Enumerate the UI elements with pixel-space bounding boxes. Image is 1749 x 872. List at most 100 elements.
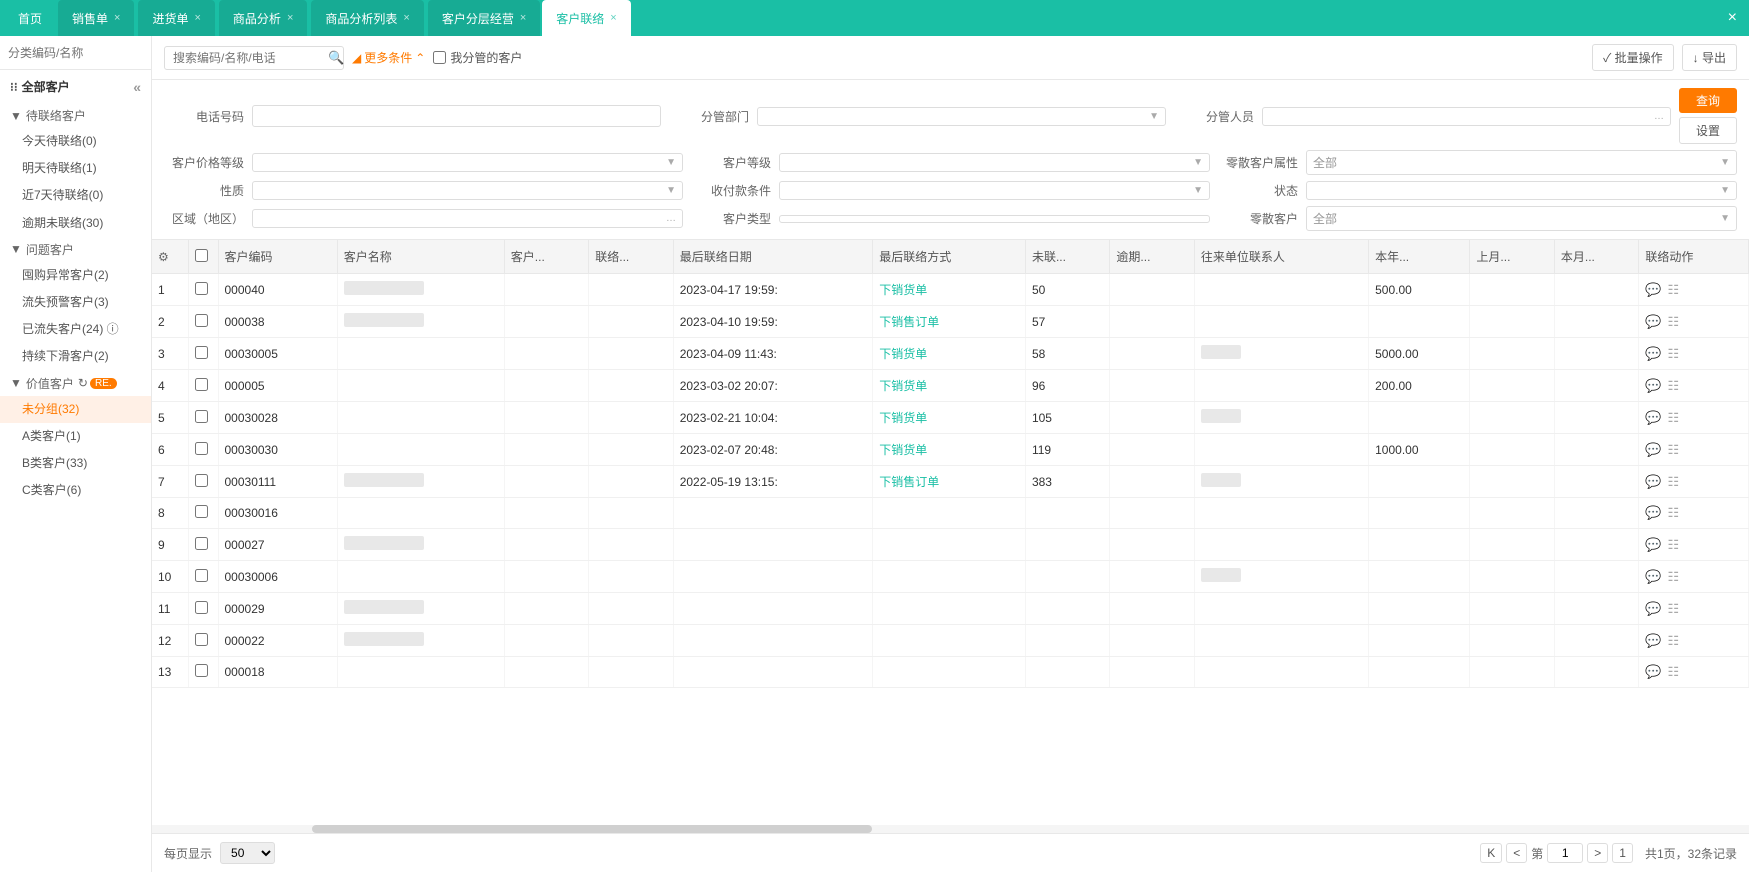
sidebar-collapse-button[interactable]: «: [133, 79, 141, 95]
per-page-select[interactable]: 50 20 100: [220, 842, 275, 864]
my-customers-checkbox-label[interactable]: 我分管的客户: [433, 49, 522, 66]
prev-page-button[interactable]: <: [1506, 843, 1527, 863]
row-checkbox[interactable]: [195, 537, 208, 550]
tab-customer-layer[interactable]: 客户分层经营 ×: [428, 0, 540, 36]
message-icon[interactable]: 💬: [1645, 633, 1661, 649]
sidebar-item-churned[interactable]: 已流失客户(24) ⓘ: [0, 316, 151, 343]
contact-method-link[interactable]: 下销货单: [879, 283, 927, 297]
filter-status-select[interactable]: ▼: [1306, 181, 1737, 200]
th-contacts[interactable]: 往来单位联系人: [1194, 240, 1368, 274]
tab-customer-layer-close[interactable]: ×: [520, 12, 526, 24]
sidebar-item-tomorrow-pending[interactable]: 明天待联络(1): [0, 155, 151, 182]
tab-sales-close[interactable]: ×: [114, 12, 120, 24]
row-checkbox-cell[interactable]: [188, 306, 218, 338]
row-checkbox[interactable]: [195, 410, 208, 423]
more-icon[interactable]: ☷: [1668, 601, 1680, 617]
filter-customer-type-select[interactable]: [779, 215, 1210, 223]
sidebar-section-value[interactable]: ▼ 价值客户 ↻ RE.: [0, 371, 151, 396]
next-page-button[interactable]: >: [1587, 843, 1608, 863]
filter-staff-select[interactable]: …: [1262, 107, 1671, 126]
tab-sales[interactable]: 销售单 ×: [58, 0, 134, 36]
filter-customer-level-select[interactable]: ▼: [779, 153, 1210, 172]
tab-goods-analysis[interactable]: 商品分析 ×: [219, 0, 307, 36]
tab-goods-list[interactable]: 商品分析列表 ×: [311, 0, 423, 36]
sidebar-item-overdue-pending[interactable]: 逾期未联络(30): [0, 210, 151, 237]
query-button[interactable]: 查询: [1679, 88, 1737, 113]
th-checkbox[interactable]: [188, 240, 218, 274]
sidebar-section-pending[interactable]: ▼ 待联络客户: [0, 103, 151, 128]
batch-ops-button[interactable]: ✓ 批量操作: [1592, 44, 1674, 71]
sidebar-item-churn-warning[interactable]: 流失预警客户(3): [0, 289, 151, 316]
scrollbar-thumb[interactable]: [312, 825, 872, 833]
more-icon[interactable]: ☷: [1668, 442, 1680, 458]
th-name[interactable]: 客户名称: [337, 240, 504, 274]
filter-property-select[interactable]: ▼: [252, 181, 683, 200]
th-no-contact[interactable]: 未联...: [1025, 240, 1109, 274]
message-icon[interactable]: 💬: [1645, 664, 1661, 680]
message-icon[interactable]: 💬: [1645, 569, 1661, 585]
row-checkbox[interactable]: [195, 378, 208, 391]
row-checkbox-cell[interactable]: [188, 466, 218, 498]
row-checkbox-cell[interactable]: [188, 498, 218, 529]
filter-dept-select[interactable]: ▼: [757, 107, 1166, 126]
sidebar-item-hoarding-abnormal[interactable]: 囤购异常客户(2): [0, 262, 151, 289]
refresh-icon[interactable]: ↻: [78, 376, 88, 390]
message-icon[interactable]: 💬: [1645, 537, 1661, 553]
th-action[interactable]: 联络动作: [1639, 240, 1749, 274]
row-checkbox[interactable]: [195, 282, 208, 295]
row-checkbox[interactable]: [195, 314, 208, 327]
filter-search-icon[interactable]: 🔍: [328, 50, 344, 66]
more-icon[interactable]: ☷: [1668, 346, 1680, 362]
sidebar-all-customers[interactable]: ⁝⁝ 全部客户 «: [0, 70, 151, 103]
contact-method-link[interactable]: 下销货单: [879, 443, 927, 457]
row-checkbox[interactable]: [195, 505, 208, 518]
row-checkbox-cell[interactable]: [188, 561, 218, 593]
row-checkbox[interactable]: [195, 664, 208, 677]
th-this-year[interactable]: 本年...: [1369, 240, 1470, 274]
more-icon[interactable]: ☷: [1668, 633, 1680, 649]
row-checkbox[interactable]: [195, 601, 208, 614]
contact-method-link[interactable]: 下销售订单: [879, 315, 939, 329]
filter-payment-select[interactable]: ▼: [779, 181, 1210, 200]
row-checkbox-cell[interactable]: [188, 625, 218, 657]
contact-method-link[interactable]: 下销货单: [879, 411, 927, 425]
row-checkbox[interactable]: [195, 474, 208, 487]
export-button[interactable]: ↓ 导出: [1682, 44, 1737, 71]
row-checkbox-cell[interactable]: [188, 529, 218, 561]
th-overdue[interactable]: 逾期...: [1110, 240, 1194, 274]
th-type[interactable]: 客户...: [504, 240, 588, 274]
more-icon[interactable]: ☷: [1668, 378, 1680, 394]
message-icon[interactable]: 💬: [1645, 505, 1661, 521]
sidebar-item-c-class[interactable]: C类客户(6): [0, 477, 151, 504]
horizontal-scrollbar[interactable]: [152, 825, 1749, 833]
more-icon[interactable]: ☷: [1668, 474, 1680, 490]
sidebar-item-today-pending[interactable]: 今天待联络(0): [0, 128, 151, 155]
more-icon[interactable]: ☷: [1668, 537, 1680, 553]
th-code[interactable]: 客户编码: [218, 240, 337, 274]
sidebar-item-declining[interactable]: 持续下滑客户(2): [0, 343, 151, 370]
more-icon[interactable]: ☷: [1668, 569, 1680, 585]
row-checkbox-cell[interactable]: [188, 274, 218, 306]
settings-icon[interactable]: ⚙: [158, 250, 169, 264]
row-checkbox[interactable]: [195, 346, 208, 359]
message-icon[interactable]: 💬: [1645, 442, 1661, 458]
more-icon[interactable]: ☷: [1668, 314, 1680, 330]
row-checkbox-cell[interactable]: [188, 434, 218, 466]
message-icon[interactable]: 💬: [1645, 410, 1661, 426]
tab-customer-contact[interactable]: 客户联络 ×: [542, 0, 630, 36]
tab-goods-list-close[interactable]: ×: [403, 12, 409, 24]
row-checkbox[interactable]: [195, 569, 208, 582]
filter-phone-input[interactable]: [252, 105, 661, 127]
sidebar-item-7days-pending[interactable]: 近7天待联络(0): [0, 182, 151, 209]
contact-method-link[interactable]: 下销货单: [879, 347, 927, 361]
more-icon[interactable]: ☷: [1668, 664, 1680, 680]
first-page-button[interactable]: K: [1480, 843, 1502, 863]
th-last-month[interactable]: 上月...: [1470, 240, 1554, 274]
message-icon[interactable]: 💬: [1645, 314, 1661, 330]
filter-more-conditions[interactable]: ◢ 更多条件 ⌃: [352, 49, 425, 66]
contact-method-link[interactable]: 下销售订单: [879, 475, 939, 489]
th-this-month[interactable]: 本月...: [1554, 240, 1638, 274]
sidebar-search-input[interactable]: [8, 46, 152, 60]
more-icon[interactable]: ☷: [1668, 282, 1680, 298]
message-icon[interactable]: 💬: [1645, 346, 1661, 362]
